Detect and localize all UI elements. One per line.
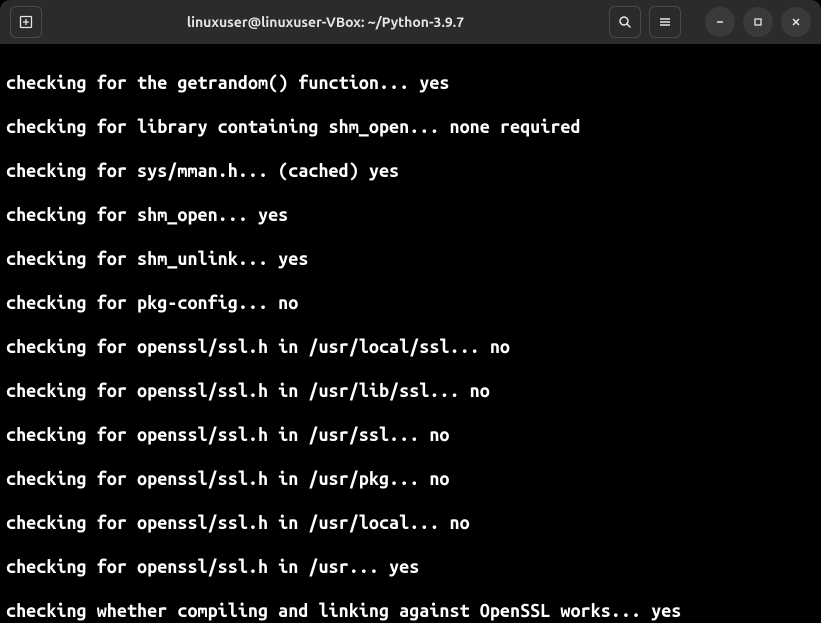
terminal-window: linuxuser@linuxuser-VBox: ~/Python-3.9.7… xyxy=(0,0,821,623)
output-line: checking for shm_unlink... yes xyxy=(6,248,815,270)
output-line: checking for openssl/ssl.h in /usr/ssl..… xyxy=(6,424,815,446)
menu-button[interactable] xyxy=(649,6,681,38)
output-line: checking for openssl/ssl.h in /usr/pkg..… xyxy=(6,468,815,490)
titlebar: linuxuser@linuxuser-VBox: ~/Python-3.9.7 xyxy=(0,0,821,44)
close-button[interactable] xyxy=(781,7,811,37)
output-line: checking for shm_open... yes xyxy=(6,204,815,226)
search-button[interactable] xyxy=(609,6,641,38)
window-title: linuxuser@linuxuser-VBox: ~/Python-3.9.7 xyxy=(50,14,601,30)
output-line: checking for openssl/ssl.h in /usr/local… xyxy=(6,336,815,358)
output-line: checking for sys/mman.h... (cached) yes xyxy=(6,160,815,182)
output-line: checking whether compiling and linking a… xyxy=(6,600,815,622)
minimize-button[interactable] xyxy=(705,7,735,37)
terminal-output[interactable]: checking for the getrandom() function...… xyxy=(0,44,821,623)
output-line: checking for openssl/ssl.h in /usr/local… xyxy=(6,512,815,534)
output-line: checking for openssl/ssl.h in /usr/lib/s… xyxy=(6,380,815,402)
maximize-button[interactable] xyxy=(743,7,773,37)
output-line: checking for the getrandom() function...… xyxy=(6,72,815,94)
new-tab-button[interactable] xyxy=(10,6,42,38)
output-line: checking for pkg-config... no xyxy=(6,292,815,314)
output-line: checking for openssl/ssl.h in /usr... ye… xyxy=(6,556,815,578)
output-line: checking for library containing shm_open… xyxy=(6,116,815,138)
